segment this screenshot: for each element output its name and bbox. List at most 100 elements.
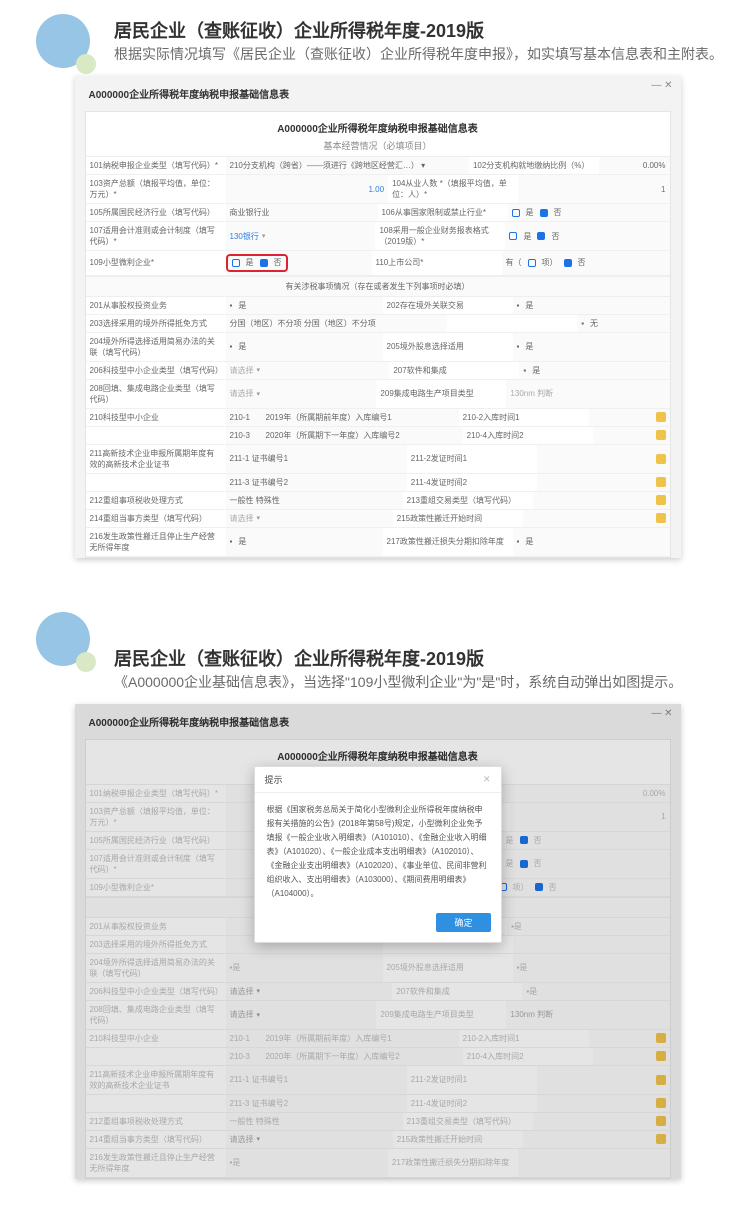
value-206[interactable]: 请选择 bbox=[226, 362, 390, 379]
value-210-1[interactable]: 2019年（所属期前年度）入库编号1 bbox=[262, 409, 459, 426]
slide2-title: 居民企业（查账征收）企业所得税年度-2019版 bbox=[114, 646, 735, 672]
label-217: 217政策性搬迁损失分期扣除年度 bbox=[383, 528, 513, 556]
label-213: 213重组交易类型（填写代码） bbox=[403, 492, 533, 509]
label-104: 104从业人数 *（填报平均值，单位：人）* bbox=[388, 175, 518, 203]
label-210-4: 210-4入库时间2 bbox=[463, 427, 593, 444]
label-206: 206科技型中小企业类型（填写代码） bbox=[86, 362, 226, 379]
radio-icon[interactable] bbox=[232, 259, 240, 267]
radio-icon[interactable] bbox=[512, 209, 520, 217]
label-210-1: 210-1 bbox=[226, 409, 262, 426]
value-210-2[interactable] bbox=[589, 409, 670, 426]
value-201[interactable]: ▪ 是 bbox=[226, 297, 383, 314]
label-105: 105所属国民经济行业（填写代码） bbox=[86, 204, 226, 221]
label-204: 204境外所得选择适用简易办法的关联（填写代码） bbox=[86, 333, 226, 361]
calendar-icon[interactable] bbox=[656, 513, 666, 523]
value-211-1[interactable]: 211-1 证书编号1 bbox=[226, 445, 407, 473]
label-110: 110上市公司* bbox=[372, 251, 502, 275]
slide1-subtitle: 根据实际情况填写《居民企业（查账征收）企业所得税年度申报》，如实填写基本信息表和… bbox=[114, 44, 735, 64]
value-107[interactable]: 130银行 bbox=[226, 222, 376, 250]
label-210-2: 210-2入库时间1 bbox=[459, 409, 589, 426]
value-209[interactable]: 130nm 判断 bbox=[506, 380, 669, 408]
value-217[interactable]: ▪ 是 bbox=[513, 528, 670, 556]
label-211-2: 211-2发证时间1 bbox=[407, 445, 537, 473]
value-204[interactable]: ▪ 是 bbox=[226, 333, 383, 361]
value-101[interactable]: 210分支机构（跨省）——须进行《跨地区经营汇…） ▾ bbox=[226, 157, 469, 174]
slide1-title: 居民企业（查账征收）企业所得税年度-2019版 bbox=[114, 18, 735, 44]
value-102: 0.00% bbox=[599, 157, 670, 174]
value-208[interactable]: 请选择 bbox=[226, 380, 377, 408]
window-controls[interactable]: — ✕ bbox=[651, 80, 672, 91]
value-205[interactable]: ▪ 是 bbox=[513, 333, 670, 361]
value-203[interactable]: 分国（地区）不分项 分国（地区）不分项 bbox=[226, 315, 448, 332]
value-213[interactable] bbox=[533, 492, 670, 509]
value-202[interactable]: ▪ 是 bbox=[513, 297, 670, 314]
decorative-bubble bbox=[36, 14, 90, 68]
label-205: 205境外股息选择适用 bbox=[383, 333, 513, 361]
label-107: 107适用会计准则或会计制度（填写代码）* bbox=[86, 222, 226, 250]
radio-icon[interactable] bbox=[540, 209, 548, 217]
label-102: 102分支机构就地缴纳比例（%） bbox=[469, 157, 599, 174]
label-109: 109小型微利企业* bbox=[86, 251, 226, 275]
documentation-slide-2: 居民企业（查账征收）企业所得税年度-2019版 《A000000企业基础信息表》… bbox=[0, 598, 755, 1219]
value-211-3[interactable]: 211-3 证书编号2 bbox=[226, 474, 407, 491]
app-window-1: — ✕ A000000企业所得税年度纳税申报基础信息表 A000000企业所得税… bbox=[75, 76, 681, 558]
modal-title: 提示 bbox=[265, 773, 283, 786]
label-214: 214重组当事方类型（填写代码） bbox=[86, 510, 226, 527]
label-212: 212重组事项税收处理方式 bbox=[86, 492, 226, 509]
label-210: 210科技型中小企业 bbox=[86, 409, 226, 426]
value-216[interactable]: ▪ 是 bbox=[226, 528, 383, 556]
card-subtitle: 基本经营情况（必填项目） bbox=[86, 139, 670, 157]
label-202: 202存在境外关联交易 bbox=[383, 297, 513, 314]
value-215[interactable] bbox=[523, 510, 670, 527]
confirm-button[interactable]: 确定 bbox=[436, 913, 490, 932]
radio-110[interactable]: 有（ 项） 否 bbox=[502, 251, 670, 275]
value-212[interactable]: 一般性 特殊性 bbox=[226, 492, 403, 509]
section-note: 有关涉税事项情况（存在或者发生下列事项时必填） bbox=[86, 276, 670, 297]
radio-106[interactable]: 是 否 bbox=[508, 204, 670, 221]
value-210-3[interactable]: 2020年（所属期下一年度）入库编号2 bbox=[262, 427, 463, 444]
calendar-icon[interactable] bbox=[656, 412, 666, 422]
radio-109[interactable]: 是 否 bbox=[226, 251, 372, 275]
warn-icon bbox=[656, 495, 666, 505]
radio-icon[interactable] bbox=[564, 259, 572, 267]
radio-icon[interactable] bbox=[509, 232, 517, 240]
value-210-4[interactable] bbox=[593, 427, 670, 444]
radio-icon[interactable] bbox=[528, 259, 536, 267]
calendar-icon[interactable] bbox=[656, 430, 666, 440]
label-216: 216发生政策性搬迁且停止生产经营无所得年度 bbox=[86, 528, 226, 556]
label-203: 203选择采用的境外所得抵免方式 bbox=[86, 315, 226, 332]
card-title: A000000企业所得税年度纳税申报基础信息表 bbox=[86, 112, 670, 139]
page-title: A000000企业所得税年度纳税申报基础信息表 bbox=[75, 76, 681, 105]
radio-108[interactable]: 是 否 bbox=[505, 222, 669, 250]
app-window-2: — ✕ A000000企业所得税年度纳税申报基础信息表 A000000企业所得税… bbox=[75, 704, 681, 1179]
value-203b[interactable]: ▪ 无 bbox=[577, 315, 669, 332]
value-104[interactable]: 1 bbox=[518, 175, 669, 203]
calendar-icon[interactable] bbox=[656, 477, 666, 487]
modal-body: 根据《国家税务总局关于简化小型微利企业所得税年度纳税申报有关措施的公告》(201… bbox=[255, 793, 501, 907]
label-210-3: 210-3 bbox=[226, 427, 262, 444]
hint-modal: 提示 ✕ 根据《国家税务总局关于简化小型微利企业所得税年度纳税申报有关措施的公告… bbox=[254, 766, 502, 943]
value-211-2[interactable] bbox=[537, 445, 670, 473]
value-214[interactable]: 请选择 bbox=[226, 510, 393, 527]
radio-icon[interactable] bbox=[260, 259, 268, 267]
label-211: 211高新技术企业申报所属期年度有效的高新技术企业证书 bbox=[86, 445, 226, 473]
label-103: 103资产总额（填报平均值，单位：万元）* bbox=[86, 175, 226, 203]
decorative-bubble bbox=[36, 612, 90, 666]
label-208: 208回填、集成电路企业类型（填写代码） bbox=[86, 380, 226, 408]
slide2-subtitle: 《A000000企业基础信息表》，当选择"109小型微利企业"为"是"时，系统自… bbox=[114, 672, 735, 692]
label-209: 209集成电路生产项目类型 bbox=[376, 380, 506, 408]
value-211-4[interactable] bbox=[537, 474, 670, 491]
documentation-slide-1: 居民企业（查账征收）企业所得税年度-2019版 根据实际情况填写《居民企业（查账… bbox=[0, 0, 755, 598]
value-105[interactable]: 商业银行业 bbox=[226, 204, 378, 221]
close-icon[interactable]: ✕ bbox=[483, 774, 491, 785]
label-201: 201从事股权投资业务 bbox=[86, 297, 226, 314]
calendar-icon[interactable] bbox=[656, 454, 666, 464]
label-106: 106从事国家限制或禁止行业* bbox=[378, 204, 508, 221]
label-207: 207软件和集成 bbox=[389, 362, 519, 379]
value-103[interactable]: 1.00 bbox=[226, 175, 389, 203]
label-211-4: 211-4发证时间2 bbox=[407, 474, 537, 491]
radio-icon[interactable] bbox=[537, 232, 545, 240]
value-207[interactable]: ▪ 是 bbox=[519, 362, 669, 379]
label-101: 101纳税申报企业类型（填写代码）* bbox=[86, 157, 226, 174]
label-108: 108采用一般企业财务报表格式（2019版）* bbox=[375, 222, 505, 250]
